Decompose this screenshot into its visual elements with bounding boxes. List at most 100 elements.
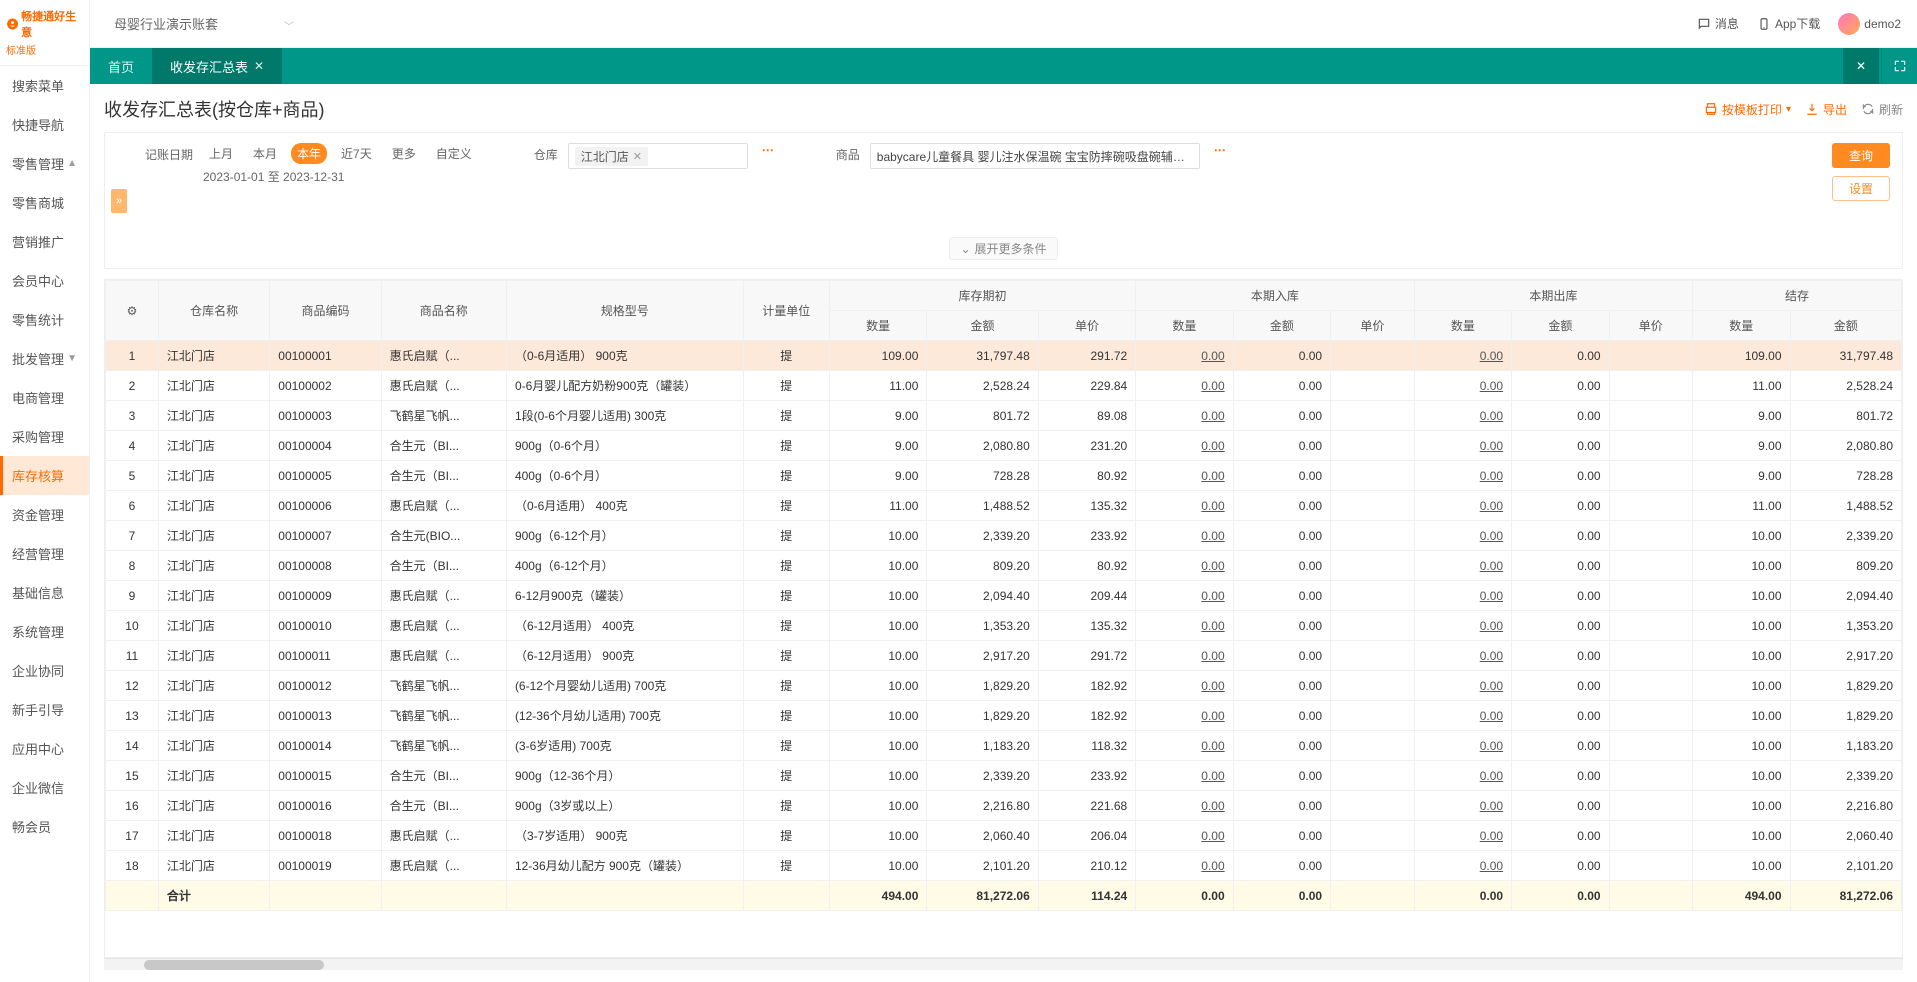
table-row[interactable]: 2 江北门店 00100002 惠氏启赋（... 0-6月婴儿配方奶粉900克（… (106, 371, 1902, 401)
sidebar-item-14[interactable]: 系统管理 (0, 612, 89, 651)
scrollbar-thumb[interactable] (144, 960, 324, 970)
table-row[interactable]: 4 江北门店 00100004 合生元（BI... 900g（0-6个月） 提 … (106, 431, 1902, 461)
sidebar-item-19[interactable]: 畅会员 (0, 807, 89, 846)
cell-oq[interactable]: 0.00 (1414, 461, 1511, 491)
date-opt-thismonth[interactable]: 本月 (247, 143, 283, 164)
cell-pq[interactable]: 0.00 (1136, 461, 1233, 491)
cell-pq[interactable]: 0.00 (1136, 581, 1233, 611)
user-menu[interactable]: demo2 (1838, 13, 1901, 35)
close-all-tabs[interactable]: ✕ (1843, 48, 1879, 84)
table-row[interactable]: 15 江北门店 00100015 合生元（BI... 900g（12-36个月）… (106, 761, 1902, 791)
chip-close-icon[interactable]: ✕ (633, 150, 642, 163)
table-wrap[interactable]: ⚙ 仓库名称 商品编码 商品名称 规格型号 计量单位 库存期初 本期入库 本期出… (104, 279, 1903, 958)
collapse-filter-button[interactable]: » (111, 189, 127, 213)
sidebar-item-7[interactable]: 批发管理▼ (0, 339, 89, 378)
sidebar-item-4[interactable]: 营销推广 (0, 222, 89, 261)
warehouse-picker[interactable]: ⋯ (758, 143, 780, 157)
date-opt-thisyear[interactable]: 本年 (291, 143, 327, 164)
sidebar-item-0[interactable]: 搜索菜单 (0, 66, 89, 105)
sidebar-item-12[interactable]: 经营管理 (0, 534, 89, 573)
date-opt-lastmonth[interactable]: 上月 (203, 143, 239, 164)
app-download-link[interactable]: App下载 (1757, 15, 1820, 32)
expand-filter-button[interactable]: ⌄ 展开更多条件 (949, 237, 1057, 260)
sidebar-item-11[interactable]: 资金管理 (0, 495, 89, 534)
cell-oq[interactable]: 0.00 (1414, 341, 1511, 371)
table-row[interactable]: 5 江北门店 00100005 合生元（BI... 400g（0-6个月） 提 … (106, 461, 1902, 491)
cell-oq[interactable]: 0.00 (1414, 641, 1511, 671)
sidebar-item-17[interactable]: 应用中心 (0, 729, 89, 768)
sidebar-item-3[interactable]: 零售商城 (0, 183, 89, 222)
cell-pq[interactable]: 0.00 (1136, 371, 1233, 401)
cell-oq[interactable]: 0.00 (1414, 851, 1511, 881)
cell-oq[interactable]: 0.00 (1414, 731, 1511, 761)
close-icon[interactable]: ✕ (254, 59, 264, 73)
horizontal-scrollbar[interactable] (104, 958, 1903, 970)
cell-pq[interactable]: 0.00 (1136, 431, 1233, 461)
sidebar-item-10[interactable]: 库存核算 (0, 456, 89, 495)
table-row[interactable]: 16 江北门店 00100016 合生元（BI... 900g（3岁或以上） 提… (106, 791, 1902, 821)
cell-oq[interactable]: 0.00 (1414, 791, 1511, 821)
date-opt-last7[interactable]: 近7天 (335, 143, 378, 164)
sidebar-item-9[interactable]: 采购管理 (0, 417, 89, 456)
search-button[interactable]: 查询 (1832, 143, 1890, 168)
table-row[interactable]: 17 江北门店 00100018 惠氏启赋（... （3-7岁适用） 900克 … (106, 821, 1902, 851)
cell-pq[interactable]: 0.00 (1136, 641, 1233, 671)
settings-button[interactable]: 设置 (1832, 176, 1890, 201)
goods-input[interactable]: babycare儿童餐具 婴儿注水保温碗 宝宝防摔碗吸盘碗辅食碗勺套装 雀湖绿 … (870, 143, 1200, 169)
gear-column[interactable]: ⚙ (106, 281, 159, 341)
tab-summary[interactable]: 收发存汇总表 ✕ (152, 48, 282, 84)
goods-picker[interactable]: ⋯ (1210, 143, 1232, 157)
cell-pq[interactable]: 0.00 (1136, 821, 1233, 851)
table-row[interactable]: 13 江北门店 00100013 飞鹤星飞帆... (12-36个月幼儿适用) … (106, 701, 1902, 731)
cell-pq[interactable]: 0.00 (1136, 851, 1233, 881)
cell-oq[interactable]: 0.00 (1414, 761, 1511, 791)
sidebar-item-16[interactable]: 新手引导 (0, 690, 89, 729)
table-row[interactable]: 9 江北门店 00100009 惠氏启赋（... 6-12月900克（罐装） 提… (106, 581, 1902, 611)
export-button[interactable]: 导出 (1805, 101, 1847, 118)
messages-link[interactable]: 消息 (1697, 15, 1739, 32)
sidebar-item-1[interactable]: 快捷导航 (0, 105, 89, 144)
cell-oq[interactable]: 0.00 (1414, 401, 1511, 431)
cell-pq[interactable]: 0.00 (1136, 761, 1233, 791)
table-row[interactable]: 11 江北门店 00100011 惠氏启赋（... （6-12月适用） 900克… (106, 641, 1902, 671)
table-row[interactable]: 18 江北门店 00100019 惠氏启赋（... 12-36月幼儿配方 900… (106, 851, 1902, 881)
cell-oq[interactable]: 0.00 (1414, 521, 1511, 551)
table-row[interactable]: 3 江北门店 00100003 飞鹤星飞帆... 1段(0-6个月婴儿适用) 3… (106, 401, 1902, 431)
cell-oq[interactable]: 0.00 (1414, 581, 1511, 611)
cell-oq[interactable]: 0.00 (1414, 371, 1511, 401)
table-row[interactable]: 14 江北门店 00100014 飞鹤星飞帆... (3-6岁适用) 700克 … (106, 731, 1902, 761)
cell-pq[interactable]: 0.00 (1136, 701, 1233, 731)
sidebar-item-18[interactable]: 企业微信 (0, 768, 89, 807)
cell-pq[interactable]: 0.00 (1136, 791, 1233, 821)
date-opt-custom[interactable]: 自定义 (430, 143, 478, 164)
cell-pq[interactable]: 0.00 (1136, 521, 1233, 551)
table-row[interactable]: 8 江北门店 00100008 合生元（BI... 400g（6-12个月） 提… (106, 551, 1902, 581)
cell-pq[interactable]: 0.00 (1136, 611, 1233, 641)
cell-oq[interactable]: 0.00 (1414, 671, 1511, 701)
cell-pq[interactable]: 0.00 (1136, 491, 1233, 521)
table-row[interactable]: 7 江北门店 00100007 合生元(BIO... 900g（6-12个月） … (106, 521, 1902, 551)
sidebar-item-15[interactable]: 企业协同 (0, 651, 89, 690)
sidebar-item-8[interactable]: 电商管理 (0, 378, 89, 417)
cell-oq[interactable]: 0.00 (1414, 821, 1511, 851)
cell-oq[interactable]: 0.00 (1414, 491, 1511, 521)
table-row[interactable]: 10 江北门店 00100010 惠氏启赋（... （6-12月适用） 400克… (106, 611, 1902, 641)
print-button[interactable]: 按模板打印 ▾ (1704, 101, 1791, 118)
sidebar-item-2[interactable]: 零售管理▲ (0, 144, 89, 183)
cell-oq[interactable]: 0.00 (1414, 431, 1511, 461)
cell-oq[interactable]: 0.00 (1414, 551, 1511, 581)
cell-pq[interactable]: 0.00 (1136, 671, 1233, 701)
table-row[interactable]: 1 江北门店 00100001 惠氏启赋（... （0-6月适用） 900克 提… (106, 341, 1902, 371)
warehouse-input[interactable]: 江北门店 ✕ (568, 143, 748, 169)
refresh-button[interactable]: 刷新 (1861, 101, 1903, 118)
cell-oq[interactable]: 0.00 (1414, 701, 1511, 731)
sidebar-item-13[interactable]: 基础信息 (0, 573, 89, 612)
table-row[interactable]: 12 江北门店 00100012 飞鹤星飞帆... (6-12个月婴幼儿适用) … (106, 671, 1902, 701)
cell-oq[interactable]: 0.00 (1414, 611, 1511, 641)
date-opt-more[interactable]: 更多 (386, 143, 422, 164)
sidebar-item-6[interactable]: 零售统计 (0, 300, 89, 339)
tab-home[interactable]: 首页 (90, 48, 152, 84)
sidebar-item-5[interactable]: 会员中心 (0, 261, 89, 300)
org-selector[interactable]: 母婴行业演示账套 ﹀ (106, 10, 298, 37)
fullscreen-toggle[interactable] (1881, 48, 1917, 84)
